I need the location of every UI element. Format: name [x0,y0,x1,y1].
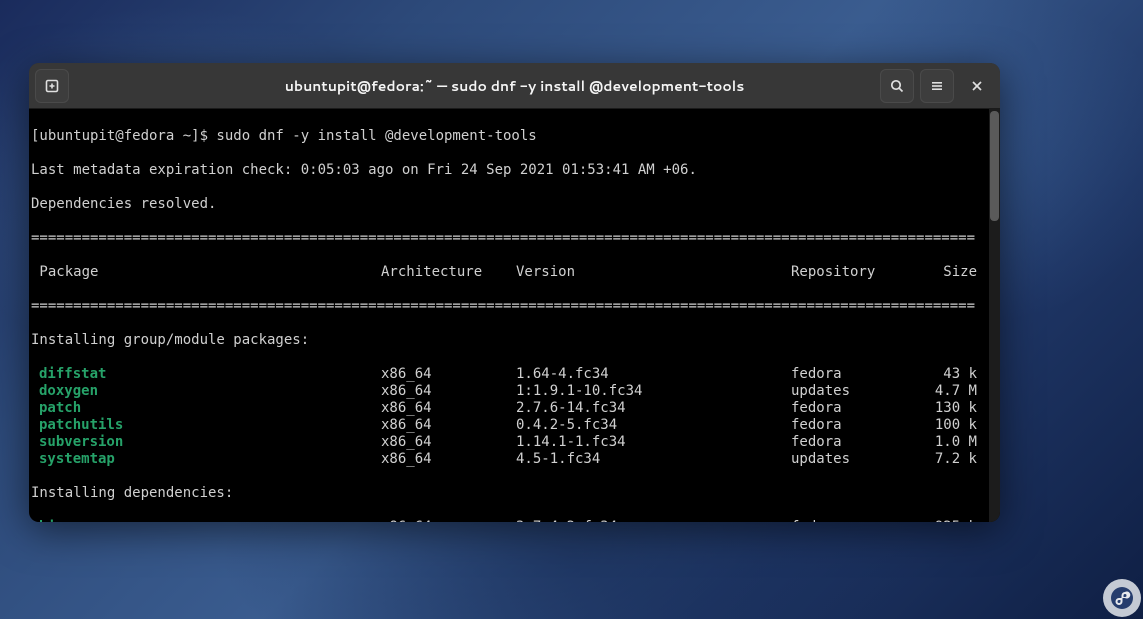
close-button[interactable] [960,69,994,103]
package-size: 7.2 k [911,451,977,468]
package-repo: fedora [791,519,911,522]
package-version: 3.7.4-2.fc34 [516,519,791,522]
package-row: subversionx86_641.14.1-1.fc34fedora1.0 M [31,434,1000,451]
header-package: Package [31,264,381,281]
package-name: subversion [31,434,381,451]
titlebar: ubuntupit@fedora:~ — sudo dnf -y install… [29,63,1000,109]
package-size: 100 k [911,417,977,434]
table-header: PackageArchitectureVersionRepositorySize [31,264,1000,281]
package-version: 1.64-4.fc34 [516,366,791,383]
package-repo: fedora [791,366,911,383]
section-group-packages: Installing group/module packages: [31,332,1000,349]
package-name: bison [31,519,381,522]
header-size: Size [911,264,977,281]
package-repo: fedora [791,417,911,434]
section-dependencies: Installing dependencies: [31,485,1000,502]
search-button[interactable] [880,69,914,103]
prompt-line: [ubuntupit@fedora ~]$ sudo dnf -y instal… [31,128,1000,145]
metadata-line: Last metadata expiration check: 0:05:03 … [31,162,1000,179]
package-name: patch [31,400,381,417]
divider-bottom: ========================================… [31,298,1000,315]
package-version: 2.7.6-14.fc34 [516,400,791,417]
package-arch: x86_64 [381,519,516,522]
package-repo: updates [791,451,911,468]
terminal-output[interactable]: [ubuntupit@fedora ~]$ sudo dnf -y instal… [29,109,1000,522]
package-arch: x86_64 [381,383,516,400]
package-arch: x86_64 [381,451,516,468]
package-name: systemtap [31,451,381,468]
package-row: systemtapx86_644.5-1.fc34updates7.2 k [31,451,1000,468]
package-repo: fedora [791,400,911,417]
package-size: 130 k [911,400,977,417]
header-arch: Architecture [381,264,516,281]
terminal-window: ubuntupit@fedora:~ — sudo dnf -y install… [29,63,1000,522]
package-arch: x86_64 [381,417,516,434]
package-row: diffstatx86_641.64-4.fc34fedora43 k [31,366,1000,383]
package-name: patchutils [31,417,381,434]
package-row: patchutilsx86_640.4.2-5.fc34fedora100 k [31,417,1000,434]
new-tab-button[interactable] [35,69,69,103]
window-title: ubuntupit@fedora:~ — sudo dnf -y install… [155,76,874,96]
header-version: Version [516,264,791,281]
package-size: 1.0 M [911,434,977,451]
fedora-logo-icon [1103,579,1141,617]
package-arch: x86_64 [381,434,516,451]
package-arch: x86_64 [381,400,516,417]
package-size: 43 k [911,366,977,383]
package-name: doxygen [31,383,381,400]
package-version: 0.4.2-5.fc34 [516,417,791,434]
header-repo: Repository [791,264,911,281]
package-row: patchx86_642.7.6-14.fc34fedora130 k [31,400,1000,417]
package-name: diffstat [31,366,381,383]
resolved-line: Dependencies resolved. [31,196,1000,213]
menu-button[interactable] [920,69,954,103]
package-arch: x86_64 [381,366,516,383]
package-version: 4.5-1.fc34 [516,451,791,468]
scrollbar[interactable] [989,109,1000,522]
package-size: 925 k [911,519,977,522]
package-repo: fedora [791,434,911,451]
package-version: 1:1.9.1-10.fc34 [516,383,791,400]
package-repo: updates [791,383,911,400]
package-row: doxygenx86_641:1.9.1-10.fc34updates4.7 M [31,383,1000,400]
package-row: bisonx86_643.7.4-2.fc34fedora925 k [31,519,1000,522]
divider-top: ========================================… [31,230,1000,247]
package-size: 4.7 M [911,383,977,400]
scrollbar-thumb[interactable] [990,111,999,221]
package-version: 1.14.1-1.fc34 [516,434,791,451]
